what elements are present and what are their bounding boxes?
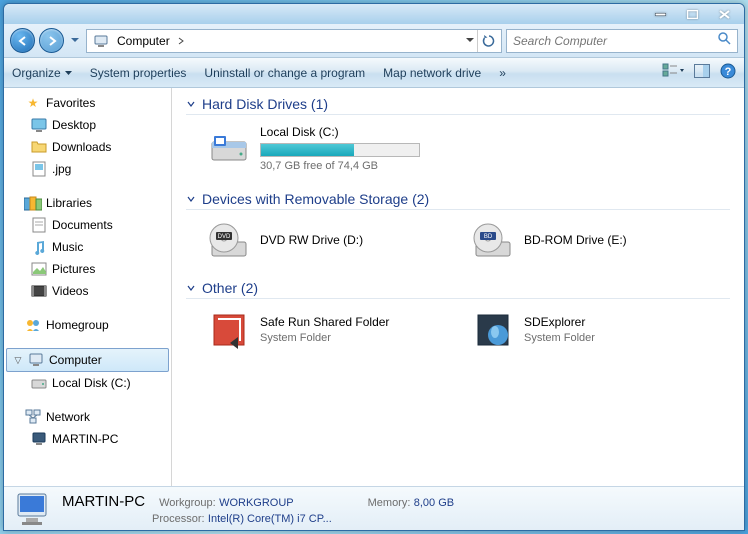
address-dropdown[interactable] xyxy=(463,38,477,43)
shared-folder-icon xyxy=(208,309,250,351)
help-button[interactable]: ? xyxy=(720,63,736,82)
drive-usage-bar xyxy=(260,143,420,157)
sidebar-item-pictures[interactable]: Pictures xyxy=(4,258,171,280)
explorer-window: Computer Organize System properties Unin… xyxy=(3,3,745,531)
folder-sdexplorer[interactable]: SDExplorerSystem Folder xyxy=(470,307,710,353)
details-pane: MARTIN-PC Workgroup: WORKGROUP Memory: 8… xyxy=(4,486,744,530)
status-computer-name: MARTIN-PC xyxy=(62,493,145,510)
sidebar-item-videos[interactable]: Videos xyxy=(4,280,171,302)
address-bar[interactable]: Computer xyxy=(86,29,502,53)
computer-icon xyxy=(91,31,111,51)
refresh-button[interactable] xyxy=(477,30,499,52)
sdexplorer-icon xyxy=(472,309,514,351)
drive-bd-rom[interactable]: BD BD-ROM Drive (E:) xyxy=(470,218,710,264)
drive-name: Local Disk (C:) xyxy=(260,125,420,141)
svg-text:BD: BD xyxy=(484,234,493,240)
group-hard-disk-drives[interactable]: Hard Disk Drives (1) xyxy=(186,96,730,115)
navigation-bar: Computer xyxy=(4,24,744,58)
map-drive-button[interactable]: Map network drive xyxy=(383,66,481,80)
image-icon xyxy=(30,160,48,178)
sidebar-item-martin-pc[interactable]: MARTIN-PC xyxy=(4,428,171,450)
music-icon xyxy=(30,238,48,256)
svg-text:DVD: DVD xyxy=(218,234,231,240)
close-button[interactable] xyxy=(710,7,738,21)
libraries-icon xyxy=(24,194,42,212)
titlebar xyxy=(4,4,744,24)
computer-icon xyxy=(27,351,45,369)
hdd-icon xyxy=(208,128,250,170)
star-icon: ★ xyxy=(24,94,42,112)
search-box[interactable] xyxy=(506,29,738,53)
network-icon xyxy=(24,408,42,426)
search-icon xyxy=(717,31,731,50)
history-dropdown[interactable] xyxy=(68,28,82,53)
sidebar-item-music[interactable]: Music xyxy=(4,236,171,258)
forward-button[interactable] xyxy=(39,28,64,53)
navigation-pane: ★Favorites Desktop Downloads .jpg Librar… xyxy=(4,88,172,486)
sidebar-item-downloads[interactable]: Downloads xyxy=(4,136,171,158)
computer-large-icon xyxy=(14,490,52,528)
minimize-button[interactable] xyxy=(646,7,674,21)
organize-button[interactable]: Organize xyxy=(12,66,72,80)
sidebar-computer[interactable]: ▽Computer xyxy=(6,348,169,372)
sidebar-item-local-disk[interactable]: Local Disk (C:) xyxy=(4,372,171,394)
group-other[interactable]: Other (2) xyxy=(186,280,730,299)
maximize-button[interactable] xyxy=(678,7,706,21)
sidebar-libraries[interactable]: Libraries xyxy=(4,192,171,214)
drive-icon xyxy=(30,374,48,392)
videos-icon xyxy=(30,282,48,300)
drive-dvd-rw[interactable]: DVD DVD RW Drive (D:) xyxy=(206,218,446,264)
system-properties-button[interactable]: System properties xyxy=(90,66,187,80)
sidebar-item-documents[interactable]: Documents xyxy=(4,214,171,236)
sidebar-homegroup[interactable]: Homegroup xyxy=(4,314,171,336)
preview-pane-button[interactable] xyxy=(694,64,710,81)
uninstall-button[interactable]: Uninstall or change a program xyxy=(204,66,365,80)
content-pane: Hard Disk Drives (1) Local Disk (C:) 30,… xyxy=(172,88,744,486)
toolbar-more[interactable]: » xyxy=(499,66,506,80)
folder-icon xyxy=(30,138,48,156)
breadcrumb-chevron[interactable] xyxy=(174,37,188,45)
search-input[interactable] xyxy=(513,34,717,48)
view-button[interactable] xyxy=(662,63,684,82)
desktop-icon xyxy=(30,116,48,134)
sidebar-item-jpg[interactable]: .jpg xyxy=(4,158,171,180)
dvd-drive-icon: DVD xyxy=(208,220,250,262)
pc-icon xyxy=(30,430,48,448)
documents-icon xyxy=(30,216,48,234)
sidebar-favorites[interactable]: ★Favorites xyxy=(4,92,171,114)
group-removable-storage[interactable]: Devices with Removable Storage (2) xyxy=(186,191,730,210)
folder-safe-run[interactable]: Safe Run Shared FolderSystem Folder xyxy=(206,307,446,353)
back-button[interactable] xyxy=(10,28,35,53)
sidebar-item-desktop[interactable]: Desktop xyxy=(4,114,171,136)
body: ★Favorites Desktop Downloads .jpg Librar… xyxy=(4,88,744,486)
sidebar-network[interactable]: Network xyxy=(4,406,171,428)
breadcrumb-computer[interactable]: Computer xyxy=(113,34,174,48)
drive-local-disk-c[interactable]: Local Disk (C:) 30,7 GB free of 74,4 GB xyxy=(206,123,446,175)
svg-text:?: ? xyxy=(725,66,732,78)
homegroup-icon xyxy=(24,316,42,334)
toolbar: Organize System properties Uninstall or … xyxy=(4,58,744,88)
pictures-icon xyxy=(30,260,48,278)
drive-status: 30,7 GB free of 74,4 GB xyxy=(260,159,420,173)
bd-drive-icon: BD xyxy=(472,220,514,262)
